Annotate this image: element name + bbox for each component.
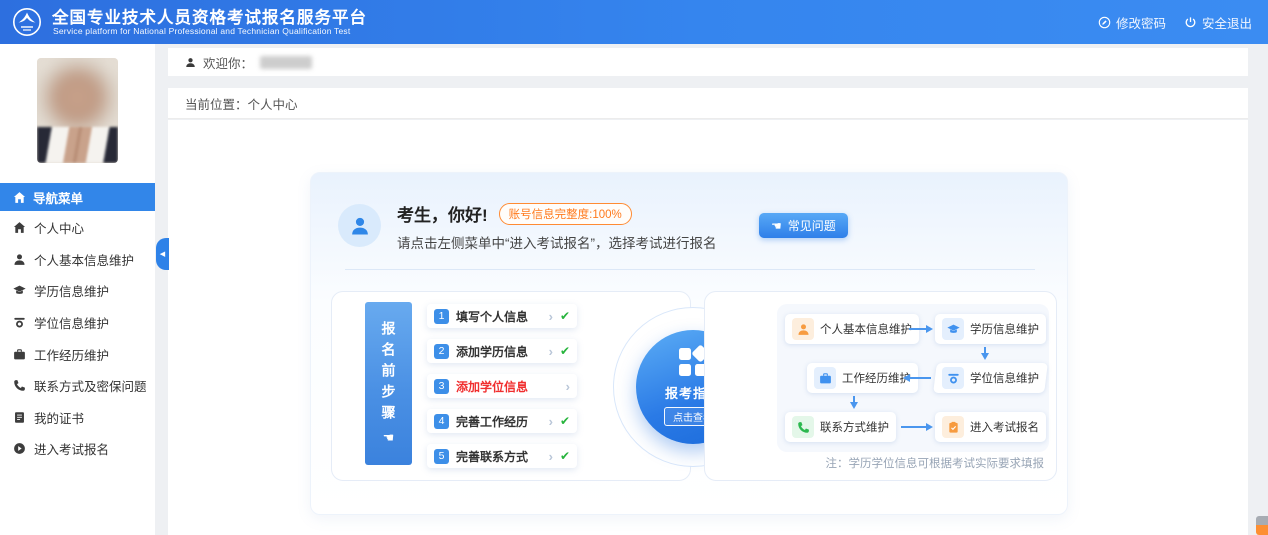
hand-pointer-icon: ☚ (771, 219, 782, 233)
briefcase-icon (814, 367, 836, 389)
user-icon (185, 57, 196, 68)
clipboard-icon (942, 416, 964, 438)
steps-list: 1 填写个人信息 › ✔ 2 添加学历信息 › ✔ 3 添加学位信息 › (427, 304, 577, 479)
flow-note: 注：学历学位信息可根据考试实际要求填报 (826, 455, 1045, 471)
hand-pointer-icon: ☚ (383, 430, 395, 446)
flow-node-contact[interactable]: 联系方式维护 (785, 412, 896, 442)
arrow-right-icon (901, 426, 931, 428)
arrow-circle-icon (13, 442, 26, 455)
chevron-right-icon: › (549, 449, 553, 464)
sidebar-item-basic-info[interactable]: 个人基本信息维护 (0, 244, 155, 276)
user-photo (37, 58, 118, 163)
content-area: 欢迎你： 当前位置：个人中心 考生，你好! 账号信息完整度:100% 请点击左侧… (168, 44, 1248, 535)
user-icon (13, 253, 26, 266)
check-icon: ✔ (560, 344, 570, 358)
step-complete-work-history[interactable]: 4 完善工作经历 › ✔ (427, 409, 577, 433)
check-icon: ✔ (560, 309, 570, 323)
sidebar-nav-menu-header[interactable]: 导航菜单 (0, 183, 155, 211)
personal-center-card: 考生，你好! 账号信息完整度:100% 请点击左侧菜单中“进入考试报名”，选择考… (310, 172, 1068, 515)
briefcase-icon (13, 348, 26, 361)
home-icon (13, 221, 26, 234)
arrow-down-icon (853, 396, 855, 407)
floating-widget[interactable] (1256, 516, 1268, 535)
sidebar-item-enter-registration[interactable]: 进入考试报名 (0, 433, 155, 465)
arrow-left-icon (905, 377, 931, 379)
flow-node-degree[interactable]: 学位信息维护 (933, 363, 1048, 393)
steps-banner-label: 报名前步骤 (379, 321, 399, 426)
chevron-right-icon: › (549, 344, 553, 359)
platform-logo-icon (12, 7, 42, 37)
chevron-left-icon: ◀ (160, 251, 165, 258)
faq-button[interactable]: ☚ 常见问题 (759, 213, 848, 238)
step-fill-personal-info[interactable]: 1 填写个人信息 › ✔ (427, 304, 577, 328)
step-complete-contact[interactable]: 5 完善联系方式 › ✔ (427, 444, 577, 468)
platform-title: 全国专业技术人员资格考试报名服务平台 (52, 4, 367, 28)
edit-circle-icon (1098, 16, 1111, 29)
flow-panel: 个人基本信息维护 学历信息维护 工作经历维护 (704, 291, 1057, 481)
check-icon: ✔ (560, 449, 570, 463)
greeting-avatar (338, 204, 381, 247)
steps-banner: 报名前步骤 ☚ (365, 302, 412, 465)
flow-diagram: 个人基本信息维护 学历信息维护 工作经历维护 (777, 304, 1049, 452)
sidebar: 导航菜单 个人中心 个人基本信息维护 学历信息维护 学位信息维护 (0, 44, 155, 535)
greeting-title: 考生，你好! (397, 201, 488, 226)
sidebar-item-degree[interactable]: 学位信息维护 (0, 307, 155, 339)
phone-icon (792, 416, 814, 438)
photo-shoulders (37, 127, 118, 163)
change-password-button[interactable]: 修改密码 (1098, 13, 1166, 32)
step-add-degree[interactable]: 3 添加学位信息 › (427, 374, 577, 398)
header-actions: 修改密码 安全退出 (1098, 0, 1252, 44)
flow-node-enter-registration[interactable]: 进入考试报名 (935, 412, 1046, 442)
breadcrumb: 当前位置：个人中心 (168, 88, 1248, 119)
chevron-right-icon: › (549, 414, 553, 429)
home-icon (13, 191, 26, 204)
medal-icon (13, 316, 26, 329)
sidebar-collapse-handle[interactable]: ◀ (156, 238, 169, 270)
sidebar-item-work-history[interactable]: 工作经历维护 (0, 338, 155, 370)
sidebar-item-certificates[interactable]: 我的证书 (0, 402, 155, 434)
greeting-row: 考生，你好! 账号信息完整度:100% (397, 201, 632, 226)
power-icon (1184, 16, 1197, 29)
arrow-down-icon (984, 347, 986, 358)
arrow-right-icon (909, 328, 931, 330)
chevron-right-icon: › (566, 379, 570, 394)
phone-icon (13, 379, 26, 392)
account-completeness-badge: 账号信息完整度:100% (499, 203, 632, 225)
certificate-icon (13, 411, 26, 424)
main-panel: 考生，你好! 账号信息完整度:100% 请点击左侧菜单中“进入考试报名”，选择考… (168, 120, 1248, 535)
sidebar-item-personal-center[interactable]: 个人中心 (0, 212, 155, 244)
sidebar-item-education[interactable]: 学历信息维护 (0, 275, 155, 307)
sidebar-item-contact-security[interactable]: 联系方式及密保问题 (0, 370, 155, 402)
check-icon: ✔ (560, 414, 570, 428)
flow-node-education[interactable]: 学历信息维护 (935, 314, 1046, 344)
chevron-right-icon: › (549, 309, 553, 324)
step-add-education[interactable]: 2 添加学历信息 › ✔ (427, 339, 577, 363)
app-header: 全国专业技术人员资格考试报名服务平台 Service platform for … (0, 0, 1268, 44)
platform-subtitle: Service platform for National Profession… (53, 26, 350, 36)
user-icon (792, 318, 814, 340)
graduation-cap-icon (13, 284, 26, 297)
welcome-label: 欢迎你： (203, 53, 253, 72)
blurred-face (37, 58, 118, 134)
greeting-tip: 请点击左侧菜单中“进入考试报名”，选择考试进行报名 (397, 232, 717, 252)
graduation-cap-icon (942, 318, 964, 340)
flow-node-basic-info[interactable]: 个人基本信息维护 (785, 314, 919, 344)
redacted-username (260, 56, 312, 69)
logout-button[interactable]: 安全退出 (1184, 13, 1252, 32)
section-divider (345, 269, 1035, 270)
medal-icon (942, 367, 964, 389)
sidebar-menu: 个人中心 个人基本信息维护 学历信息维护 学位信息维护 工作经历维护 (0, 212, 155, 465)
welcome-bar: 欢迎你： (168, 48, 1248, 76)
